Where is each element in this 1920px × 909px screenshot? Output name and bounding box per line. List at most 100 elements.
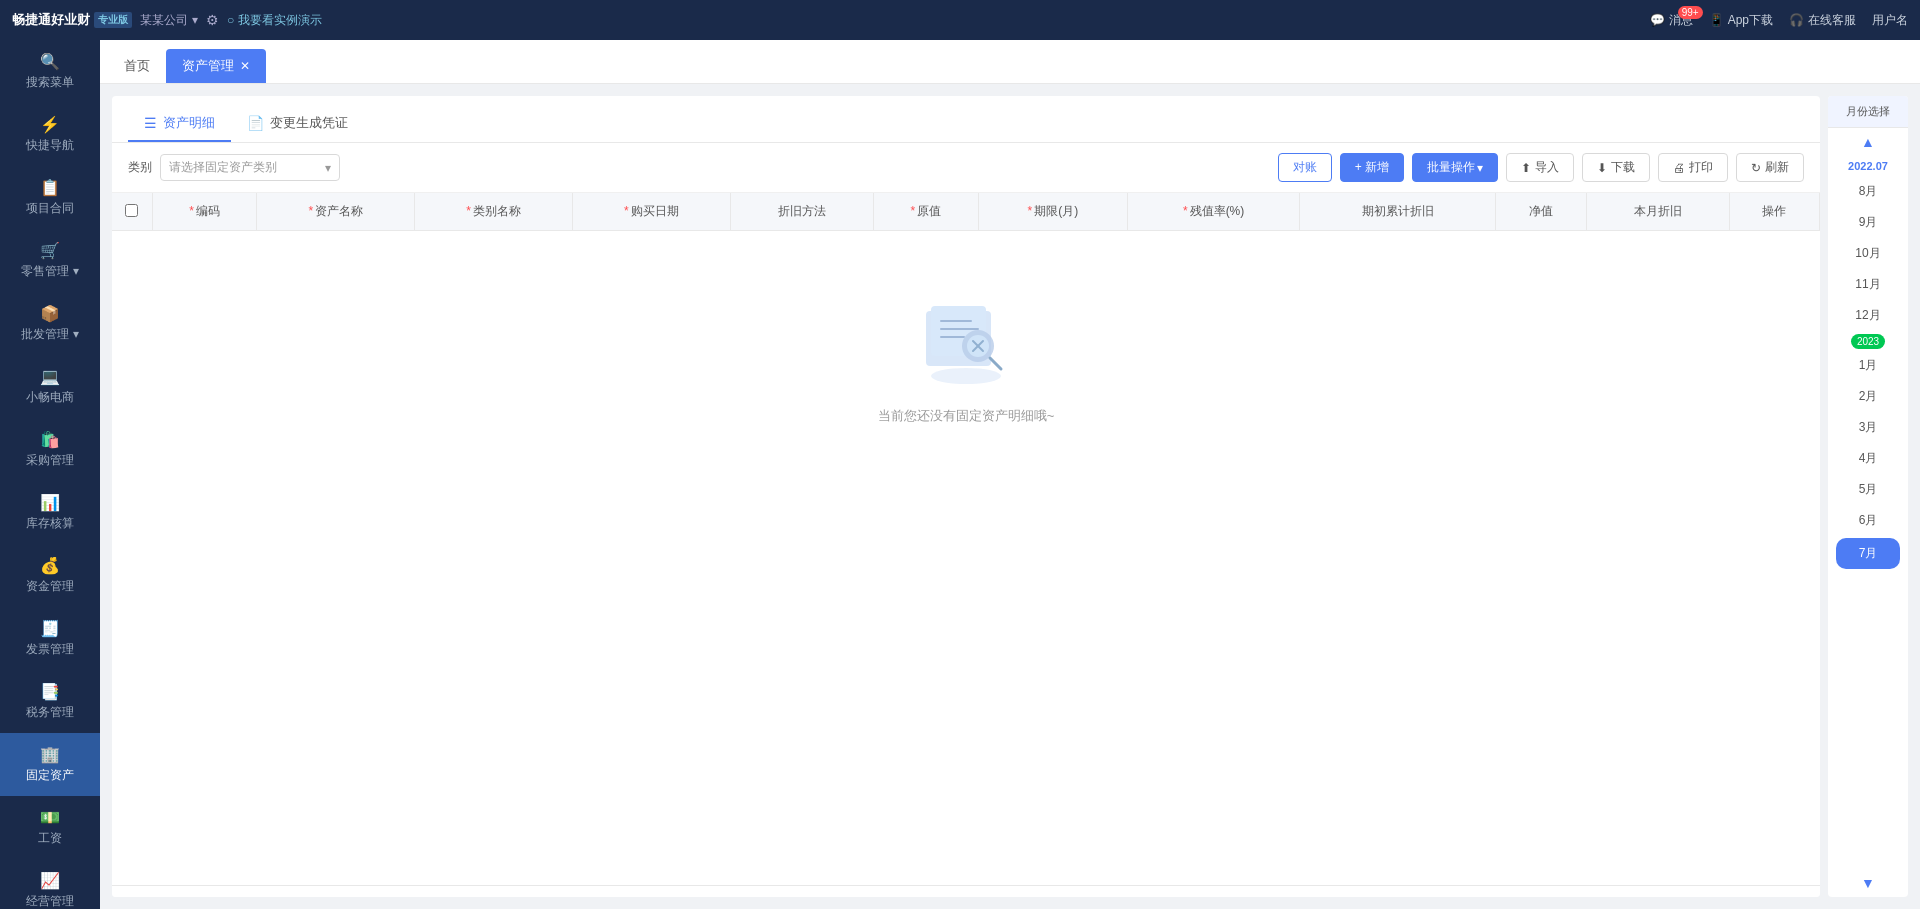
bottom-scrollbar[interactable] bbox=[112, 885, 1820, 897]
user-profile[interactable]: 用户名 bbox=[1872, 12, 1908, 29]
month-item-11[interactable]: 11月 bbox=[1828, 269, 1908, 300]
sidebar-item-tax[interactable]: 📑 税务管理 bbox=[0, 670, 100, 733]
sub-tab-change-voucher[interactable]: 📄 变更生成凭证 bbox=[231, 106, 364, 142]
download-label: 下载 bbox=[1611, 159, 1635, 176]
app-brand: 畅捷通好业财 专业版 bbox=[12, 11, 132, 29]
top-bar-right: 💬 消息 99+ 📱 App下载 🎧 在线客服 用户名 bbox=[1650, 12, 1908, 29]
reconcile-label: 对账 bbox=[1293, 159, 1317, 176]
sidebar-item-label: 批发管理 ▾ bbox=[4, 326, 96, 343]
sidebar-item-fixed-assets[interactable]: 🏢 固定资产 bbox=[0, 733, 100, 796]
month-item-12[interactable]: 12月 bbox=[1828, 300, 1908, 331]
online-service-button[interactable]: 🎧 在线客服 bbox=[1789, 12, 1856, 29]
month-item-8[interactable]: 8月 bbox=[1828, 176, 1908, 207]
tab-bar: 首页 资产管理 ✕ bbox=[100, 40, 1920, 84]
month-nav-down[interactable]: ▼ bbox=[1858, 873, 1878, 893]
sidebar-item-inventory[interactable]: 📊 库存核算 bbox=[0, 481, 100, 544]
salary-icon: 💵 bbox=[4, 808, 96, 827]
receipt-icon: 🧾 bbox=[4, 619, 96, 638]
sidebar-item-quick-nav[interactable]: ⚡ 快捷导航 bbox=[0, 103, 100, 166]
sidebar-item-label: 采购管理 bbox=[26, 453, 74, 467]
toolbar: 类别 请选择固定资产类别 ▾ 对账 + 新增 批量操作 ▾ bbox=[112, 143, 1820, 193]
col-original-value: *原值 bbox=[873, 193, 978, 231]
year-label: 2022.07 bbox=[1828, 156, 1908, 176]
box-icon: 📦 bbox=[4, 304, 96, 323]
sidebar-item-label: 资金管理 bbox=[26, 579, 74, 593]
sidebar-item-operations[interactable]: 📈 经营管理 bbox=[0, 859, 100, 909]
asset-table: *编码 *资产名称 *类别名称 *购买日期 折旧方法 *原值 *期限(月) *残… bbox=[112, 193, 1820, 231]
batch-button[interactable]: 批量操作 ▾ bbox=[1412, 153, 1498, 182]
main-layout: 🔍 搜索菜单 ⚡ 快捷导航 📋 项目合同 🛒 零售管理 ▾ 📦 批发管理 ▾ 💻… bbox=[0, 40, 1920, 909]
demo-link[interactable]: ○ 我要看实例演示 bbox=[227, 12, 322, 29]
month-item-2[interactable]: 2月 bbox=[1828, 381, 1908, 412]
month-item-7[interactable]: 7月 bbox=[1836, 538, 1900, 569]
reconcile-button[interactable]: 对账 bbox=[1278, 153, 1332, 182]
month-item-9[interactable]: 9月 bbox=[1828, 207, 1908, 238]
refresh-button[interactable]: ↻ 刷新 bbox=[1736, 153, 1804, 182]
sidebar-item-label: 经营管理 bbox=[26, 894, 74, 908]
col-net-value: 净值 bbox=[1496, 193, 1586, 231]
cart-icon: 🛒 bbox=[4, 241, 96, 260]
import-label: 导入 bbox=[1535, 159, 1559, 176]
sidebar-item-salary[interactable]: 💵 工资 bbox=[0, 796, 100, 859]
svg-point-0 bbox=[931, 368, 1001, 384]
computer-icon: 💻 bbox=[4, 367, 96, 386]
message-icon: 💬 bbox=[1650, 13, 1665, 27]
month-item-4[interactable]: 4月 bbox=[1828, 443, 1908, 474]
month-nav-bottom: ▼ bbox=[1828, 869, 1908, 897]
app-download-button[interactable]: 📱 App下载 bbox=[1709, 12, 1773, 29]
active-tab-label: 资产管理 bbox=[182, 57, 234, 75]
tab-home[interactable]: 首页 bbox=[112, 49, 162, 83]
home-tab-label: 首页 bbox=[124, 58, 150, 73]
app-download-label: App下载 bbox=[1728, 12, 1773, 29]
sub-tab-label: 资产明细 bbox=[163, 114, 215, 132]
import-button[interactable]: ⬆ 导入 bbox=[1506, 153, 1574, 182]
sub-tab-label: 变更生成凭证 bbox=[270, 114, 348, 132]
sidebar-item-purchase[interactable]: 🛍️ 采购管理 bbox=[0, 418, 100, 481]
month-item-6[interactable]: 6月 bbox=[1828, 505, 1908, 536]
month-item-1[interactable]: 1月 bbox=[1828, 350, 1908, 381]
sidebar-item-project[interactable]: 📋 项目合同 bbox=[0, 166, 100, 229]
company-selector[interactable]: 某某公司 ▾ bbox=[140, 12, 198, 29]
month-nav-up[interactable]: ▲ bbox=[1858, 132, 1878, 152]
sidebar-item-wholesale[interactable]: 📦 批发管理 ▾ bbox=[0, 292, 100, 355]
sidebar-item-label: 库存核算 bbox=[26, 516, 74, 530]
main-panel: ☰ 资产明细 📄 变更生成凭证 类别 请选择固定资产类别 ▾ bbox=[112, 96, 1820, 897]
demo-text: 我要看实例演示 bbox=[238, 12, 322, 29]
col-initial-depreciation: 期初累计折旧 bbox=[1300, 193, 1496, 231]
sidebar-item-ecommerce[interactable]: 💻 小畅电商 bbox=[0, 355, 100, 418]
print-button[interactable]: 🖨 打印 bbox=[1658, 153, 1728, 182]
sub-tabs: ☰ 资产明细 📄 变更生成凭证 bbox=[112, 96, 1820, 143]
page-content: ☰ 资产明细 📄 变更生成凭证 类别 请选择固定资产类别 ▾ bbox=[100, 84, 1920, 909]
sidebar-item-invoice[interactable]: 🧾 发票管理 bbox=[0, 607, 100, 670]
col-period: *期限(月) bbox=[978, 193, 1127, 231]
close-tab-icon[interactable]: ✕ bbox=[240, 59, 250, 73]
select-all-checkbox[interactable] bbox=[125, 204, 138, 217]
month-list: 2022.07 8月 9月 10月 11月 12月 2023 1月 2月 3月 … bbox=[1828, 156, 1908, 869]
user-name: 用户名 bbox=[1872, 13, 1908, 27]
sub-tab-asset-detail[interactable]: ☰ 资产明细 bbox=[128, 106, 231, 142]
chevron-down-icon: ▾ bbox=[192, 13, 198, 27]
empty-text: 当前您还没有固定资产明细哦~ bbox=[878, 407, 1055, 425]
message-button[interactable]: 💬 消息 99+ bbox=[1650, 12, 1693, 29]
sidebar-item-search[interactable]: 🔍 搜索菜单 bbox=[0, 40, 100, 103]
month-item-10[interactable]: 10月 bbox=[1828, 238, 1908, 269]
svg-line-8 bbox=[990, 358, 1001, 369]
settings-icon[interactable]: ⚙ bbox=[206, 12, 219, 28]
download-button[interactable]: ⬇ 下载 bbox=[1582, 153, 1650, 182]
sidebar-item-retail[interactable]: 🛒 零售管理 ▾ bbox=[0, 229, 100, 292]
sidebar-item-label: 快捷导航 bbox=[26, 138, 74, 152]
col-code: *编码 bbox=[152, 193, 257, 231]
empty-illustration bbox=[906, 291, 1026, 391]
category-select[interactable]: 请选择固定资产类别 ▾ bbox=[160, 154, 340, 181]
sidebar-item-finance[interactable]: 💰 资金管理 bbox=[0, 544, 100, 607]
sidebar-item-label: 税务管理 bbox=[26, 705, 74, 719]
month-item-5[interactable]: 5月 bbox=[1828, 474, 1908, 505]
company-name: 某某公司 bbox=[140, 12, 188, 29]
tab-asset-management[interactable]: 资产管理 ✕ bbox=[166, 49, 266, 83]
add-button[interactable]: + 新增 bbox=[1340, 153, 1404, 182]
phone-icon: 📱 bbox=[1709, 13, 1724, 27]
month-item-3[interactable]: 3月 bbox=[1828, 412, 1908, 443]
shopping-icon: 🛍️ bbox=[4, 430, 96, 449]
batch-label: 批量操作 bbox=[1427, 159, 1475, 176]
sidebar-item-label: 发票管理 bbox=[26, 642, 74, 656]
